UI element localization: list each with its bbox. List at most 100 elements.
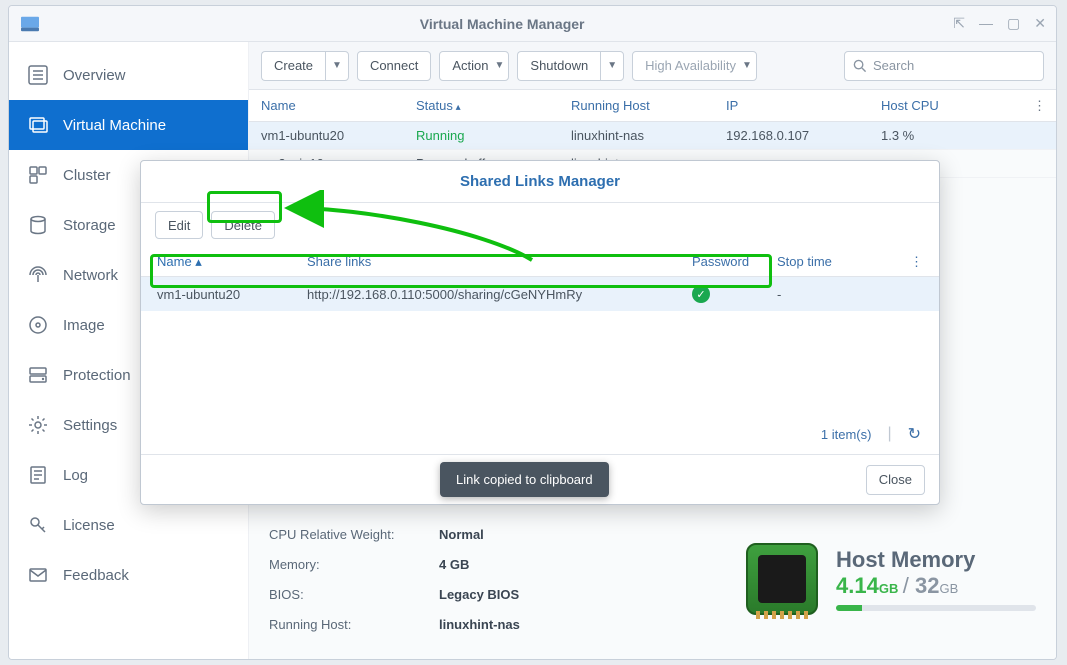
network-icon	[27, 264, 49, 286]
action-button[interactable]: Action ▼	[439, 51, 509, 81]
button-label: Shutdown	[530, 58, 588, 73]
connect-button[interactable]: Connect	[357, 51, 431, 81]
detail-label: Memory:	[269, 557, 439, 572]
cell-share-link: http://192.168.0.110:5000/sharing/cGeNYH…	[297, 287, 682, 302]
table-row[interactable]: vm1-ubuntu20 http://192.168.0.110:5000/s…	[141, 277, 939, 311]
column-stop-time[interactable]: Stop time	[767, 254, 900, 269]
detail-value: 4 GB	[439, 557, 469, 572]
button-label: Close	[879, 472, 912, 487]
detail-row: Memory:4 GB	[269, 549, 706, 579]
storage-icon	[27, 214, 49, 236]
chevron-down-icon: ▼	[495, 60, 505, 71]
column-more-icon[interactable]: ⋮	[900, 254, 933, 270]
toast-notification: Link copied to clipboard	[440, 462, 609, 497]
host-memory-bar	[836, 605, 1036, 611]
sidebar-item-license[interactable]: License	[9, 500, 248, 550]
cell-ip: 192.168.0.107	[714, 128, 869, 143]
host-memory-sep: /	[903, 573, 915, 598]
table-row[interactable]: vm1-ubuntu20 Running linuxhint-nas 192.1…	[249, 122, 1056, 150]
close-icon[interactable]: ✕	[1034, 15, 1046, 32]
button-label: Action	[452, 58, 488, 73]
create-dropdown-button[interactable]: ▼	[325, 51, 349, 81]
cluster-icon	[27, 164, 49, 186]
item-count: 1 item(s)	[821, 427, 872, 442]
log-icon	[27, 464, 49, 486]
gear-icon	[27, 414, 49, 436]
sidebar-item-virtual-machine[interactable]: Virtual Machine	[9, 100, 248, 150]
mail-icon	[27, 564, 49, 586]
column-host-cpu[interactable]: Host CPU	[869, 98, 989, 113]
create-button[interactable]: Create	[261, 51, 325, 81]
host-memory-used: 4.14	[836, 573, 879, 598]
column-name[interactable]: Name	[249, 98, 404, 113]
shutdown-dropdown-button[interactable]: ▼	[600, 51, 624, 81]
detail-label: BIOS:	[269, 587, 439, 602]
cell-cpu: 1.3 %	[869, 128, 989, 143]
column-password[interactable]: Password	[682, 254, 767, 269]
button-label: Edit	[168, 218, 190, 233]
sidebar-item-overview[interactable]: Overview	[9, 50, 248, 100]
button-label: High Availability	[645, 58, 736, 73]
high-availability-button[interactable]: High Availability▼	[632, 51, 757, 81]
search-input[interactable]: Search	[844, 51, 1044, 81]
detail-row: Running Host:linuxhint-nas	[269, 609, 706, 639]
shutdown-button[interactable]: Shutdown	[517, 51, 600, 81]
edit-button[interactable]: Edit	[155, 211, 203, 239]
cell-host: linuxhint-nas	[559, 128, 714, 143]
cell-password: ✓	[682, 285, 767, 303]
shared-links-modal: Shared Links Manager Edit Delete Name ▴ …	[140, 160, 940, 505]
sidebar-item-label: Image	[63, 317, 105, 334]
create-button-group: Create ▼	[261, 51, 349, 81]
protection-icon	[27, 364, 49, 386]
minimize-icon[interactable]: —	[979, 15, 993, 32]
refresh-icon[interactable]: ↻	[908, 424, 921, 444]
column-ip[interactable]: IP	[714, 98, 869, 113]
detail-value: linuxhint-nas	[439, 617, 520, 632]
column-share-links[interactable]: Share links	[297, 254, 682, 269]
cell-name: vm1-ubuntu20	[147, 287, 297, 302]
close-button[interactable]: Close	[866, 465, 925, 495]
app-icon	[19, 15, 41, 33]
sidebar-item-label: License	[63, 517, 115, 534]
detail-row: CPU Relative Weight:Normal	[269, 519, 706, 549]
maximize-icon[interactable]: ▢	[1007, 15, 1020, 32]
host-memory-title: Host Memory	[836, 547, 1036, 573]
sidebar-item-label: Feedback	[63, 567, 129, 584]
image-icon	[27, 314, 49, 336]
sidebar-item-label: Protection	[63, 367, 131, 384]
sidebar-item-label: Settings	[63, 417, 117, 434]
search-icon	[853, 59, 867, 73]
button-label: Create	[274, 58, 313, 73]
host-memory-total-unit: GB	[940, 581, 959, 596]
pin-icon[interactable]: ⇱	[953, 15, 965, 32]
vm-details: CPU Relative Weight:Normal Memory:4 GB B…	[249, 519, 1056, 659]
sidebar-item-label: Storage	[63, 217, 116, 234]
button-label: Connect	[370, 58, 418, 73]
sidebar-item-label: Cluster	[63, 167, 111, 184]
column-status[interactable]: Status	[404, 98, 559, 113]
key-icon	[27, 514, 49, 536]
delete-button[interactable]: Delete	[211, 211, 275, 239]
shutdown-button-group: Shutdown ▼	[517, 51, 624, 81]
detail-label: Running Host:	[269, 617, 439, 632]
detail-label: CPU Relative Weight:	[269, 527, 439, 542]
titlebar: Virtual Machine Manager ⇱ — ▢ ✕	[9, 6, 1056, 42]
column-more-icon[interactable]: ⋮	[1023, 98, 1056, 114]
sidebar-item-feedback[interactable]: Feedback	[9, 550, 248, 600]
sidebar-item-label: Network	[63, 267, 118, 284]
memory-chip-icon	[746, 543, 818, 615]
detail-value: Legacy BIOS	[439, 587, 519, 602]
vm-table-header: Name Status Running Host IP Host CPU ⋮	[249, 90, 1056, 122]
chevron-down-icon: ▼	[332, 60, 342, 71]
host-memory-bar-fill	[836, 605, 862, 611]
sidebar-item-label: Overview	[63, 67, 126, 84]
column-running-host[interactable]: Running Host	[559, 98, 714, 113]
modal-toolbar: Edit Delete	[141, 203, 939, 247]
column-name[interactable]: Name ▴	[147, 254, 297, 270]
detail-row: BIOS:Legacy BIOS	[269, 579, 706, 609]
window-title: Virtual Machine Manager	[51, 16, 953, 32]
host-memory-used-unit: GB	[879, 581, 899, 596]
sidebar-item-label: Log	[63, 467, 88, 484]
window-controls: ⇱ — ▢ ✕	[953, 15, 1046, 32]
modal-title: Shared Links Manager	[141, 161, 939, 203]
